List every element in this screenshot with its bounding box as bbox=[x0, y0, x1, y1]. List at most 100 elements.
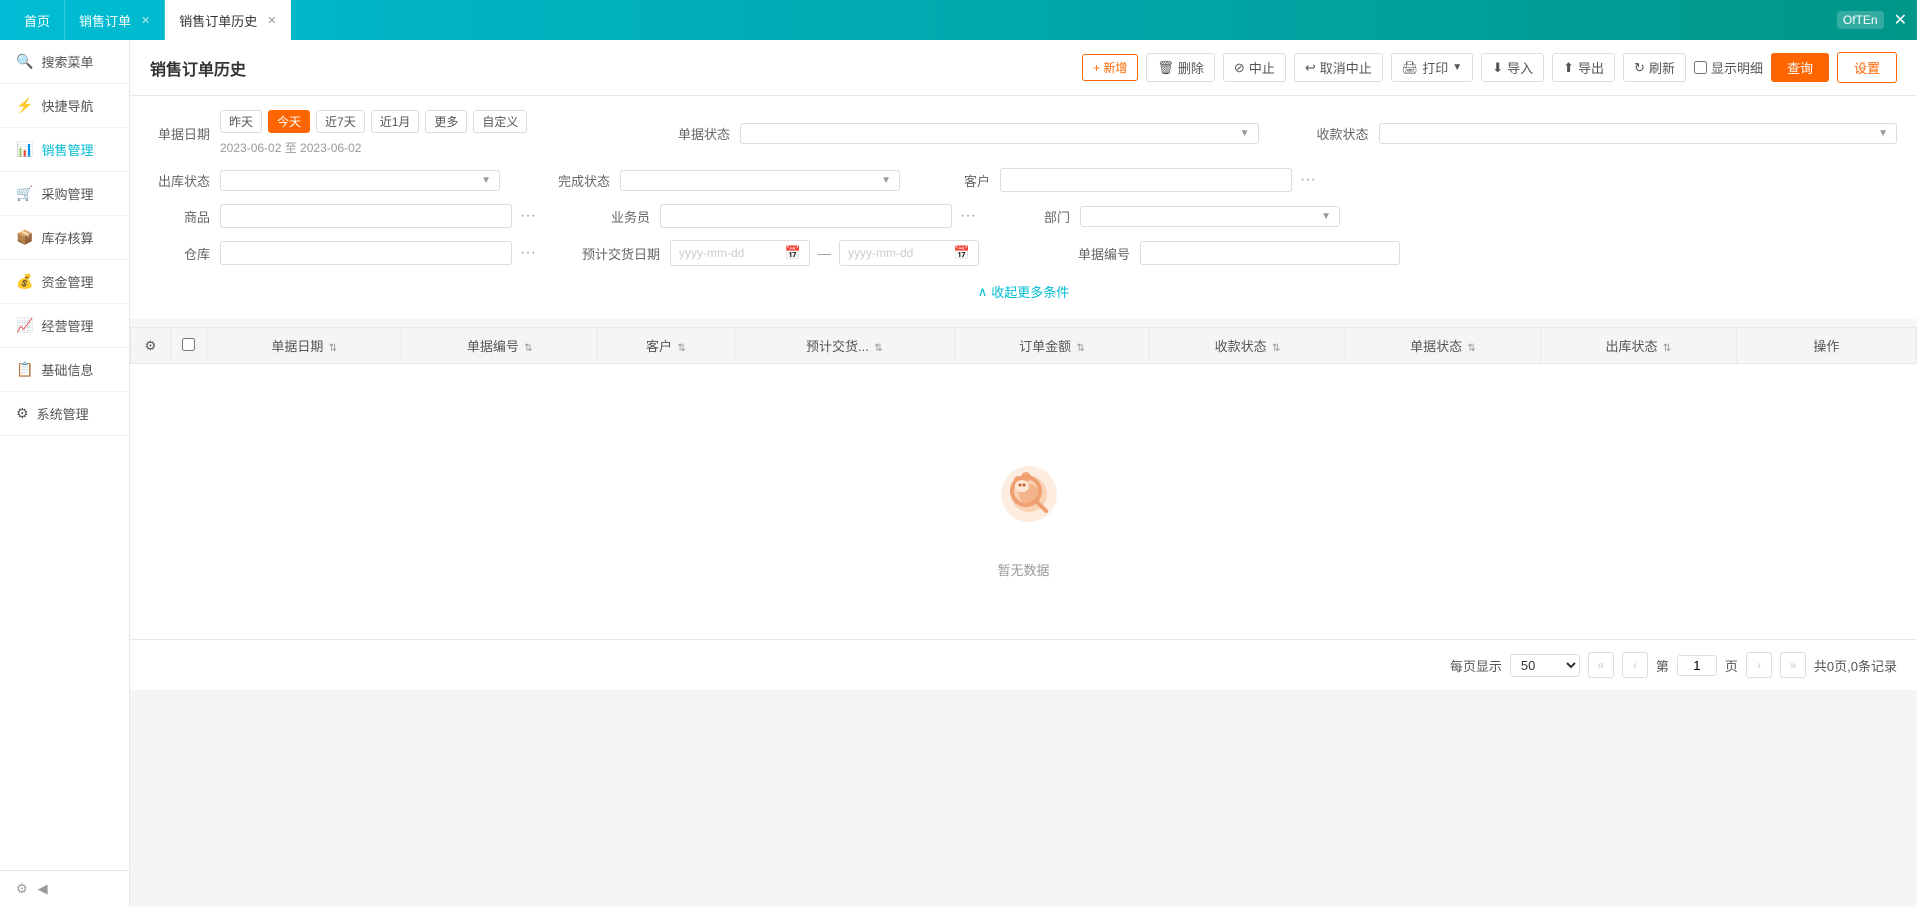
sidebar-item-search-menu[interactable]: 🔍 搜索菜单 bbox=[0, 40, 129, 84]
salesperson-input[interactable] bbox=[660, 204, 952, 228]
total-records: 共0页,0条记录 bbox=[1814, 656, 1897, 675]
prev-page-button[interactable]: ‹ bbox=[1622, 652, 1648, 678]
tab-sales-order-history[interactable]: 销售订单历史 ✕ bbox=[165, 0, 291, 40]
customer-input[interactable] bbox=[1000, 168, 1292, 192]
sidebar-item-capital-label: 资金管理 bbox=[41, 272, 93, 291]
th-date-label: 单据日期 bbox=[271, 339, 323, 354]
sidebar-item-system[interactable]: ⚙ 系统管理 bbox=[0, 392, 129, 436]
sidebar-bottom: ⚙ ◀ bbox=[0, 870, 129, 907]
th-expected-date[interactable]: 预计交货... ⇅ bbox=[734, 328, 954, 364]
filter-row-3: 商品 ··· 业务员 ··· 部门 ▼ bbox=[150, 204, 1897, 228]
sidebar-item-quick-nav[interactable]: ⚡ 快捷导航 bbox=[0, 84, 129, 128]
page-input[interactable] bbox=[1677, 655, 1717, 676]
tab-sales-order-history-label: 销售订单历史 bbox=[179, 11, 257, 30]
display-detail-input[interactable] bbox=[1694, 61, 1707, 74]
receipt-status-select[interactable]: ▼ bbox=[1379, 123, 1898, 144]
import-button[interactable]: ⬇ 导入 bbox=[1481, 53, 1544, 82]
customer-label: 客户 bbox=[940, 171, 1000, 190]
expected-date-from-placeholder: yyyy-mm-dd bbox=[679, 246, 744, 260]
filter-row-2: 出库状态 ▼ 完成状态 ▼ 客户 ··· bbox=[150, 168, 1897, 192]
display-detail-checkbox[interactable]: 显示明细 bbox=[1694, 58, 1763, 77]
date-btn-1month[interactable]: 近1月 bbox=[371, 110, 420, 133]
select-all-checkbox[interactable] bbox=[182, 338, 195, 351]
warehouse-more-icon[interactable]: ··· bbox=[516, 244, 540, 262]
product-input[interactable] bbox=[220, 204, 512, 228]
th-warehouse-status[interactable]: 出库状态 ⇅ bbox=[1541, 328, 1736, 364]
empty-illustration bbox=[974, 444, 1074, 544]
date-btn-yesterday[interactable]: 昨天 bbox=[220, 110, 262, 133]
date-btn-custom[interactable]: 自定义 bbox=[473, 110, 527, 133]
sidebar-item-operations[interactable]: 📈 经营管理 bbox=[0, 304, 129, 348]
collapse-up-icon: ∧ bbox=[978, 284, 988, 300]
product-more-icon[interactable]: ··· bbox=[516, 207, 540, 225]
calendar-from-icon[interactable]: 📅 bbox=[785, 245, 801, 261]
department-select[interactable]: ▼ bbox=[1080, 206, 1340, 227]
often-label: OfTEn bbox=[1837, 11, 1884, 29]
query-button[interactable]: 查询 bbox=[1771, 53, 1829, 82]
expected-date-from[interactable]: yyyy-mm-dd 📅 bbox=[670, 240, 810, 266]
sidebar-item-sales[interactable]: 📊 销售管理 bbox=[0, 128, 129, 172]
th-order-status[interactable]: 单据状态 ⇅ bbox=[1345, 328, 1540, 364]
cancel-stop-button[interactable]: ↩ 取消中止 bbox=[1294, 53, 1383, 82]
collapse-label: 收起更多条件 bbox=[991, 282, 1069, 301]
th-receipt-status[interactable]: 收款状态 ⇅ bbox=[1150, 328, 1345, 364]
date-btn-today[interactable]: 今天 bbox=[268, 110, 310, 133]
top-bar: 首页 销售订单 ✕ 销售订单历史 ✕ OfTEn ✕ bbox=[0, 0, 1917, 40]
sidebar-collapse-icon[interactable]: ◀ bbox=[38, 881, 48, 897]
empty-row: 暂无数据 bbox=[131, 364, 1917, 640]
sidebar-settings-icon[interactable]: ⚙ bbox=[16, 881, 28, 897]
th-customer-label: 客户 bbox=[646, 339, 672, 354]
completion-status-select[interactable]: ▼ bbox=[620, 170, 900, 191]
last-page-button[interactable]: » bbox=[1780, 652, 1806, 678]
order-number-input[interactable] bbox=[1140, 241, 1400, 265]
inventory-icon: 📦 bbox=[16, 229, 33, 246]
display-detail-label: 显示明细 bbox=[1711, 58, 1763, 77]
th-number[interactable]: 单据编号 ⇅ bbox=[402, 328, 597, 364]
status-select[interactable]: ▼ bbox=[740, 123, 1259, 144]
expected-date-to[interactable]: yyyy-mm-dd 📅 bbox=[839, 240, 979, 266]
table-head: ⚙ 单据日期 ⇅ 单据编号 ⇅ bbox=[131, 328, 1917, 364]
add-button[interactable]: + 新增 bbox=[1082, 54, 1138, 81]
customer-more-icon[interactable]: ··· bbox=[1296, 171, 1320, 189]
page-size-select[interactable]: 50 10 20 100 bbox=[1510, 654, 1580, 677]
sidebar-item-capital[interactable]: 💰 资金管理 bbox=[0, 260, 129, 304]
salesperson-more-icon[interactable]: ··· bbox=[956, 207, 980, 225]
th-settings[interactable]: ⚙ bbox=[131, 328, 171, 364]
stop-icon: ⊘ bbox=[1234, 60, 1245, 76]
th-checkbox[interactable] bbox=[171, 328, 207, 364]
collapse-bar[interactable]: ∧ 收起更多条件 bbox=[150, 278, 1897, 305]
next-page-button[interactable]: › bbox=[1746, 652, 1772, 678]
tab-home[interactable]: 首页 bbox=[10, 0, 65, 40]
tab-sales-order[interactable]: 销售订单 ✕ bbox=[65, 0, 165, 40]
sidebar-item-purchase[interactable]: 🛒 采购管理 bbox=[0, 172, 129, 216]
settings-icon[interactable]: ⚙ bbox=[145, 338, 157, 353]
tab-sales-order-history-close[interactable]: ✕ bbox=[267, 14, 276, 27]
warehouse-input[interactable] bbox=[220, 241, 512, 265]
sidebar-item-purchase-label: 采购管理 bbox=[41, 184, 93, 203]
sidebar: 🔍 搜索菜单 ⚡ 快捷导航 📊 销售管理 🛒 采购管理 📦 库存核算 💰 资金管… bbox=[0, 40, 130, 907]
date-btn-7days[interactable]: 近7天 bbox=[316, 110, 365, 133]
completion-status-label: 完成状态 bbox=[540, 171, 620, 190]
print-button[interactable]: 🖨 打印 ▼ bbox=[1391, 53, 1473, 82]
sidebar-item-operations-label: 经营管理 bbox=[41, 316, 93, 335]
refresh-button[interactable]: ↻ 刷新 bbox=[1623, 53, 1686, 82]
th-customer[interactable]: 客户 ⇅ bbox=[597, 328, 734, 364]
close-window-icon[interactable]: ✕ bbox=[1894, 10, 1907, 30]
sidebar-item-basic-info[interactable]: 📋 基础信息 bbox=[0, 348, 129, 392]
th-date[interactable]: 单据日期 ⇅ bbox=[207, 328, 402, 364]
export-button[interactable]: ⬆ 导出 bbox=[1552, 53, 1615, 82]
page-title: 销售订单历史 bbox=[150, 56, 246, 80]
th-amount[interactable]: 订单金额 ⇅ bbox=[954, 328, 1149, 364]
date-group: 昨天 今天 近7天 近1月 更多 自定义 bbox=[220, 110, 620, 133]
date-btn-more[interactable]: 更多 bbox=[425, 110, 467, 133]
settings-button[interactable]: 设置 bbox=[1837, 52, 1897, 83]
first-page-button[interactable]: « bbox=[1588, 652, 1614, 678]
sidebar-item-inventory[interactable]: 📦 库存核算 bbox=[0, 216, 129, 260]
basic-info-icon: 📋 bbox=[16, 361, 33, 378]
calendar-to-icon[interactable]: 📅 bbox=[954, 245, 970, 261]
delete-button[interactable]: 🗑 删除 bbox=[1146, 53, 1215, 82]
tab-sales-order-close[interactable]: ✕ bbox=[141, 14, 150, 27]
warehouse-status-select[interactable]: ▼ bbox=[220, 170, 500, 191]
stop-button[interactable]: ⊘ 中止 bbox=[1223, 53, 1286, 82]
print-label: 打印 bbox=[1422, 58, 1448, 77]
